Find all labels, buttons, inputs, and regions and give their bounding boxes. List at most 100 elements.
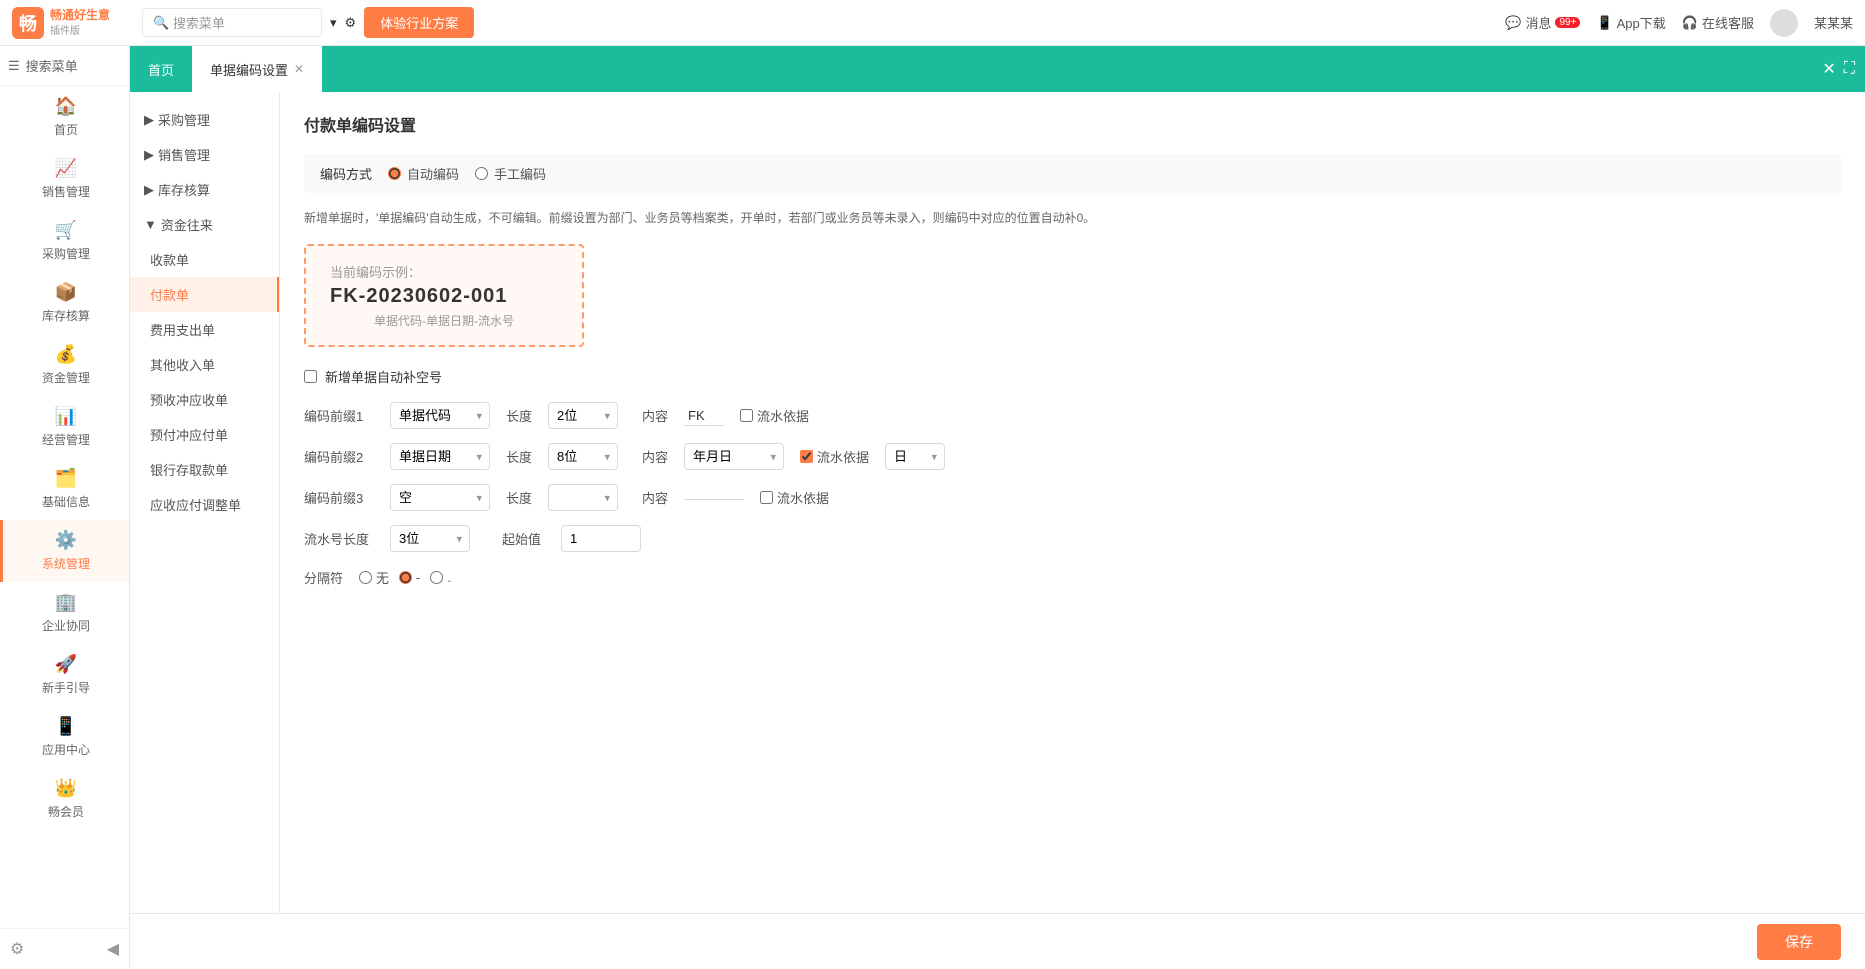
- tab-close-icon[interactable]: ✕: [294, 62, 304, 76]
- prefix1-serial-checkbox[interactable]: [740, 409, 753, 422]
- sidebar-settings-icon[interactable]: ⚙: [10, 939, 24, 959]
- user-name[interactable]: 某某某: [1814, 13, 1853, 32]
- guide-icon: 🚀: [55, 654, 77, 675]
- sidebar-item-basic[interactable]: 🗂️ 基础信息: [0, 458, 129, 520]
- subnav-item-payment[interactable]: 付款单: [130, 277, 279, 312]
- auto-fill-label[interactable]: 新增单据自动补空号: [325, 367, 442, 386]
- separator-radio-group: 无 - .: [359, 568, 451, 587]
- prefix2-content-wrap: 年 年月 年月日: [684, 443, 784, 470]
- prefix3-content-value: [684, 495, 744, 500]
- subnav-capital-title[interactable]: ▼ 资金往来: [130, 207, 279, 242]
- prefix1-len-select[interactable]: 1位 2位 3位 4位: [548, 402, 618, 429]
- manual-radio[interactable]: [475, 167, 488, 180]
- message-btn[interactable]: 💬 消息 99+: [1505, 13, 1580, 32]
- industry-btn[interactable]: 体验行业方案: [364, 7, 474, 38]
- avatar[interactable]: [1770, 9, 1798, 37]
- prefix2-period-select[interactable]: 日 月 年: [885, 443, 945, 470]
- subnav-sales-title[interactable]: ▶ 销售管理: [130, 137, 279, 172]
- sidebar-item-purchase[interactable]: 🛒 采购管理: [0, 210, 129, 272]
- serial-len-label: 流水号长度: [304, 529, 374, 548]
- subnav-item-expense[interactable]: 费用支出单: [130, 312, 279, 347]
- sep-none-input[interactable]: [359, 571, 372, 584]
- sidebar-item-inventory[interactable]: 📦 库存核算: [0, 272, 129, 334]
- settings-icon[interactable]: ⚙: [345, 15, 357, 31]
- prefix3-len-label: 长度: [506, 488, 532, 507]
- sidebar-item-finance[interactable]: 💰 资金管理: [0, 334, 129, 396]
- subnav-inventory-label: 库存核算: [158, 180, 210, 199]
- auto-radio-label[interactable]: 自动编码: [407, 164, 459, 183]
- subnav-item-receipt[interactable]: 收款单: [130, 242, 279, 277]
- prefix1-content-value: FK: [684, 406, 724, 426]
- tab-encoding[interactable]: 单据编码设置 ✕: [192, 46, 322, 92]
- sidebar: ☰ 搜索菜单 🏠 首页 📈 销售管理 🛒 采购管理 📦 库存核算 💰 资金管理 …: [0, 46, 130, 969]
- sep-dot-input[interactable]: [430, 571, 443, 584]
- prefix2-len-select[interactable]: 4位 6位 8位: [548, 443, 618, 470]
- start-label: 起始值: [502, 529, 541, 548]
- subnav-purchase-title[interactable]: ▶ 采购管理: [130, 102, 279, 137]
- serial-len-select[interactable]: 1位 2位 3位 4位 5位: [390, 525, 470, 552]
- serial-row: 流水号长度 1位 2位 3位 4位 5位 起始值: [304, 525, 1841, 552]
- sidebar-nav: 🏠 首页 📈 销售管理 🛒 采购管理 📦 库存核算 💰 资金管理 📊 经营管理 …: [0, 86, 129, 928]
- prefix3-content-label: 内容: [642, 488, 668, 507]
- prefix3-select[interactable]: 空 单据代码 部门 业务员: [390, 484, 490, 511]
- search-box[interactable]: 🔍 搜索菜单: [142, 8, 322, 37]
- prefix2-serial-checkbox[interactable]: [800, 450, 813, 463]
- sidebar-enterprise-label: 企业协同: [42, 617, 90, 634]
- tab-home[interactable]: 首页: [130, 46, 192, 92]
- subnav-purchase-label: 采购管理: [158, 110, 210, 129]
- subnav-item-pre-pay[interactable]: 预付冲应付单: [130, 417, 279, 452]
- sidebar-item-sales[interactable]: 📈 销售管理: [0, 148, 129, 210]
- prefix2-label: 编码前缀2: [304, 447, 374, 466]
- sidebar-purchase-label: 采购管理: [42, 245, 90, 262]
- save-button[interactable]: 保存: [1757, 924, 1841, 960]
- subnav-group-inventory: ▶ 库存核算: [130, 172, 279, 207]
- subnav-group-capital: ▼ 资金往来 收款单 付款单 费用支出单 其他收入单 预收冲应收单 预付冲应付单…: [130, 207, 279, 522]
- start-value-input[interactable]: [561, 525, 641, 552]
- auto-fill-checkbox[interactable]: [304, 370, 317, 383]
- prefix1-select[interactable]: 单据代码 部门 业务员 空: [390, 402, 490, 429]
- subnav-item-other-income[interactable]: 其他收入单: [130, 347, 279, 382]
- service-btn[interactable]: 🎧 在线客服: [1682, 13, 1754, 32]
- preview-box: 当前编码示例： FK-20230602-001 单据代码-单据日期-流水号: [304, 244, 584, 347]
- prefix3-len-select[interactable]: [548, 484, 618, 511]
- arrow-right-icon3: ▶: [144, 182, 154, 198]
- sep-dash-input[interactable]: [399, 571, 412, 584]
- auto-radio[interactable]: [388, 167, 401, 180]
- sidebar-item-system[interactable]: ⚙️ 系统管理: [0, 520, 129, 582]
- sidebar-item-guide[interactable]: 🚀 新手引导: [0, 644, 129, 706]
- sidebar-item-apps[interactable]: 📱 应用中心: [0, 706, 129, 768]
- manual-radio-label[interactable]: 手工编码: [494, 164, 546, 183]
- subnav-item-bank[interactable]: 银行存取款单: [130, 452, 279, 487]
- page-title: 付款单编码设置: [304, 112, 1841, 136]
- system-icon: ⚙️: [55, 530, 77, 551]
- subnav-item-pre-receive[interactable]: 预收冲应收单: [130, 382, 279, 417]
- expand-icon[interactable]: ⛶: [1844, 60, 1855, 78]
- sidebar-collapse-icon[interactable]: ◀: [107, 939, 119, 959]
- prefix2-len-label: 长度: [506, 447, 532, 466]
- subnav-inventory-title[interactable]: ▶ 库存核算: [130, 172, 279, 207]
- prefix1-content-label: 内容: [642, 406, 668, 425]
- collapse-icon[interactable]: ✕: [1822, 59, 1835, 79]
- subnav-item-adjust[interactable]: 应收应付调整单: [130, 487, 279, 522]
- message-badge: 99+: [1555, 17, 1580, 28]
- sidebar-search[interactable]: ☰ 搜索菜单: [0, 46, 129, 86]
- sidebar-apps-label: 应用中心: [42, 741, 90, 758]
- search-placeholder: 搜索菜单: [173, 13, 225, 32]
- sidebar-item-operations[interactable]: 📊 经营管理: [0, 396, 129, 458]
- sales-icon: 📈: [55, 158, 77, 179]
- prefix2-content-select[interactable]: 年 年月 年月日: [684, 443, 784, 470]
- prefix1-len-label: 长度: [506, 406, 532, 425]
- sidebar-item-home[interactable]: 🏠 首页: [0, 86, 129, 148]
- prefix3-serial-checkbox[interactable]: [760, 491, 773, 504]
- app-download-btn[interactable]: 📱 App下载: [1596, 13, 1665, 32]
- prefix-row-1: 编码前缀1 单据代码 部门 业务员 空 长度 1位 2位 3位 4位 内容: [304, 402, 1841, 429]
- prefix-row-3: 编码前缀3 空 单据代码 部门 业务员 长度 内容 流水依据: [304, 484, 1841, 511]
- sidebar-item-enterprise[interactable]: 🏢 企业协同: [0, 582, 129, 644]
- app-icon: 📱: [1596, 15, 1612, 31]
- chevron-down-icon[interactable]: ▾: [330, 15, 337, 31]
- sidebar-item-member[interactable]: 👑 畅会员: [0, 768, 129, 830]
- inventory-icon: 📦: [55, 282, 77, 303]
- prefix2-select-wrap: 单据代码 单据日期 部门 空: [390, 443, 490, 470]
- prefix2-select[interactable]: 单据代码 单据日期 部门 空: [390, 443, 490, 470]
- tabbar-expand: ✕ ⛶: [1812, 59, 1865, 79]
